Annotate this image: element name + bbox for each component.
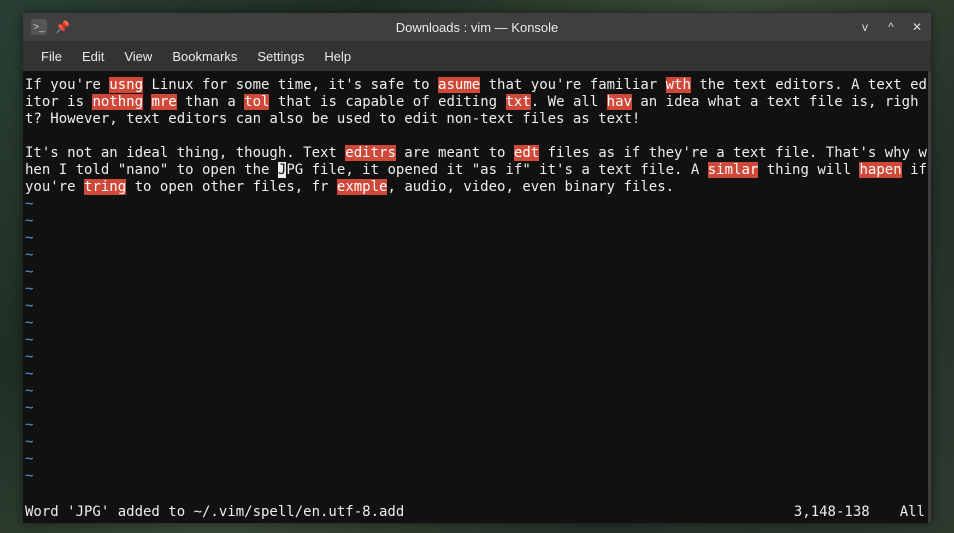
empty-line-tilde: ~	[25, 281, 33, 297]
spell-error: tol	[244, 94, 269, 110]
empty-line-tilde: ~	[25, 451, 33, 467]
empty-line-tilde: ~	[25, 213, 33, 229]
empty-line-tilde: ~	[25, 417, 33, 433]
close-icon[interactable]: ✕	[909, 20, 925, 34]
terminal-area[interactable]: If you're usng Linux for some time, it's…	[23, 71, 931, 523]
menu-view[interactable]: View	[114, 44, 162, 69]
empty-line-tilde: ~	[25, 247, 33, 263]
menu-settings[interactable]: Settings	[247, 44, 314, 69]
menu-bookmarks[interactable]: Bookmarks	[162, 44, 247, 69]
empty-line-tilde: ~	[25, 400, 33, 416]
status-message: Word 'JPG' added to ~/.vim/spell/en.utf-…	[25, 504, 404, 521]
spell-error: nothng	[92, 94, 143, 110]
menu-help[interactable]: Help	[314, 44, 361, 69]
window-title: Downloads : vim — Konsole	[23, 20, 931, 35]
menu-edit[interactable]: Edit	[72, 44, 114, 69]
spell-error: exmple	[337, 179, 388, 195]
empty-line-tilde: ~	[25, 468, 33, 484]
spell-error: hapen	[859, 162, 901, 178]
spell-error: txt	[506, 94, 531, 110]
spell-error: usng	[109, 77, 143, 93]
spell-error: mre	[151, 94, 176, 110]
titlebar[interactable]: >_ 📌 Downloads : vim — Konsole v ^ ✕	[23, 13, 931, 41]
empty-line-tilde: ~	[25, 264, 33, 280]
konsole-window: >_ 📌 Downloads : vim — Konsole v ^ ✕ Fil…	[23, 13, 931, 523]
minimize-icon[interactable]: v	[857, 20, 873, 34]
empty-line-tilde: ~	[25, 383, 33, 399]
menu-file[interactable]: File	[31, 44, 72, 69]
empty-line-tilde: ~	[25, 434, 33, 450]
spell-error: tring	[84, 179, 126, 195]
scrollbar[interactable]	[928, 71, 931, 523]
cursor-position: 3,148-138	[794, 504, 870, 521]
empty-line-tilde: ~	[25, 332, 33, 348]
maximize-icon[interactable]: ^	[883, 20, 899, 34]
spell-error: edt	[514, 145, 539, 161]
empty-line-tilde: ~	[25, 349, 33, 365]
scroll-indicator: All	[900, 504, 925, 521]
empty-line-tilde: ~	[25, 315, 33, 331]
menubar: File Edit View Bookmarks Settings Help	[23, 41, 931, 71]
empty-line-tilde: ~	[25, 230, 33, 246]
terminal-icon: >_	[31, 19, 47, 35]
empty-line-tilde: ~	[25, 196, 33, 212]
pin-icon[interactable]: 📌	[55, 20, 70, 34]
spell-error: wth	[666, 77, 691, 93]
vim-statusbar: Word 'JPG' added to ~/.vim/spell/en.utf-…	[25, 504, 925, 521]
empty-line-tilde: ~	[25, 298, 33, 314]
editor-content: If you're usng Linux for some time, it's…	[25, 77, 929, 485]
spell-error: simlar	[708, 162, 759, 178]
spell-error: editrs	[345, 145, 396, 161]
empty-line-tilde: ~	[25, 366, 33, 382]
spell-error: asume	[438, 77, 480, 93]
spell-error: hav	[607, 94, 632, 110]
